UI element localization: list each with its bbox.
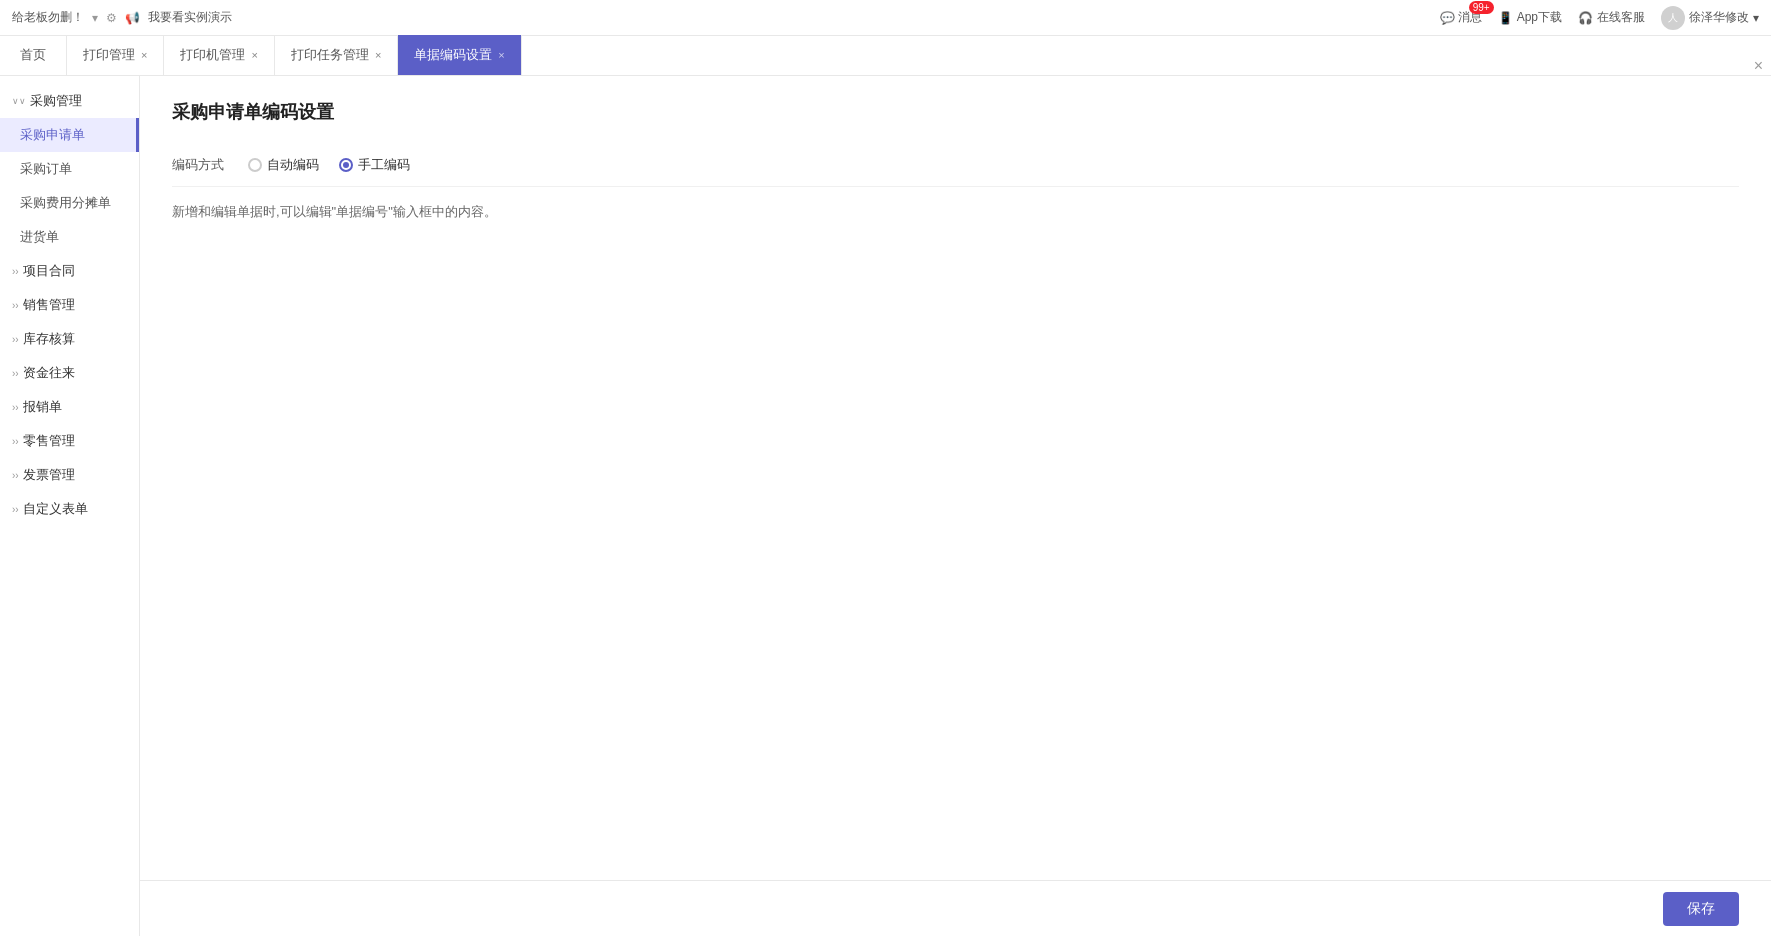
content-area: 采购申请单编码设置 编码方式 自动编码 手工编码 新增和编辑单据时,可以编辑"单…: [140, 76, 1771, 936]
tab-encoding-settings[interactable]: 单据编码设置 ×: [398, 35, 521, 75]
sidebar-group-retail-label: 零售管理: [23, 432, 75, 450]
sidebar-group-purchase-label: 采购管理: [30, 92, 82, 110]
sidebar-group-inventory-label: 库存核算: [23, 330, 75, 348]
online-service-label: 在线客服: [1597, 9, 1645, 26]
user-btn[interactable]: 人 徐泽华修改 ▾: [1661, 6, 1759, 30]
expense-group-arrow: ›: [12, 402, 19, 413]
sidebar-group-project[interactable]: › 项目合同: [0, 254, 139, 288]
purchase-group-arrow: ∨: [12, 96, 26, 106]
sidebar: ∨ 采购管理 采购申请单 采购订单 采购费用分摊单 进货单 › 项目合同 › 销…: [0, 76, 140, 936]
radio-auto[interactable]: 自动编码: [248, 156, 319, 174]
hint-text: 新增和编辑单据时,可以编辑"单据编号"输入框中的内容。: [172, 203, 1739, 221]
tab-home-label: 首页: [20, 46, 46, 64]
announcement-text[interactable]: 我要看实例演示: [148, 9, 232, 26]
tab-print-management-label: 打印管理: [83, 46, 135, 64]
tab-printer-management-label: 打印机管理: [180, 46, 245, 64]
custom-group-arrow: ›: [12, 504, 19, 515]
user-name: 徐泽华修改: [1689, 9, 1749, 26]
boss-label: 给老板勿删！: [12, 9, 84, 26]
sidebar-item-purchase-fee[interactable]: 采购费用分摊单: [0, 186, 139, 220]
app-download-label: App下载: [1517, 9, 1562, 26]
top-bar: 给老板勿删！ ▾ ⚙ 📢 我要看实例演示 💬 消息 99+ 📱 App下载 🎧 …: [0, 0, 1771, 36]
top-bar-left: 给老板勿删！ ▾ ⚙ 📢 我要看实例演示: [12, 9, 232, 26]
headset-icon: 🎧: [1578, 11, 1593, 25]
user-dropdown-icon: ▾: [1753, 11, 1759, 25]
encoding-row: 编码方式 自动编码 手工编码: [172, 144, 1739, 187]
radio-auto-circle: [248, 158, 262, 172]
announcement-icon: 📢: [125, 11, 140, 25]
sidebar-group-expense[interactable]: › 报销单: [0, 390, 139, 424]
tab-printer-management[interactable]: 打印机管理 ×: [164, 35, 274, 75]
tab-print-management[interactable]: 打印管理 ×: [67, 35, 164, 75]
sidebar-item-purchase-request[interactable]: 采购申请单: [0, 118, 139, 152]
tab-home[interactable]: 首页: [0, 35, 67, 75]
tab-bar: 首页 打印管理 × 打印机管理 × 打印任务管理 × 单据编码设置 × ×: [0, 36, 1771, 76]
tab-print-task-close[interactable]: ×: [375, 49, 381, 61]
gear-icon[interactable]: ⚙: [106, 11, 117, 25]
radio-manual-circle: [339, 158, 353, 172]
sidebar-group-sales-label: 销售管理: [23, 296, 75, 314]
radio-manual-label: 手工编码: [358, 156, 410, 174]
sidebar-group-expense-label: 报销单: [23, 398, 62, 416]
encoding-mode-label: 编码方式: [172, 156, 224, 174]
avatar: 人: [1661, 6, 1685, 30]
app-download-btn[interactable]: 📱 App下载: [1498, 9, 1562, 26]
tab-encoding-settings-close[interactable]: ×: [498, 49, 504, 61]
sidebar-group-invoice[interactable]: › 发票管理: [0, 458, 139, 492]
inventory-group-arrow: ›: [12, 334, 19, 345]
retail-group-arrow: ›: [12, 436, 19, 447]
radio-auto-label: 自动编码: [267, 156, 319, 174]
sidebar-group-capital-label: 资金往来: [23, 364, 75, 382]
tab-print-management-close[interactable]: ×: [141, 49, 147, 61]
tab-printer-management-close[interactable]: ×: [251, 49, 257, 61]
project-group-arrow: ›: [12, 266, 19, 277]
app-icon: 📱: [1498, 11, 1513, 25]
sidebar-group-custom-label: 自定义表单: [23, 500, 88, 518]
tab-encoding-settings-label: 单据编码设置: [414, 46, 492, 64]
sidebar-item-goods-receipt[interactable]: 进货单: [0, 220, 139, 254]
sidebar-group-capital[interactable]: › 资金往来: [0, 356, 139, 390]
message-icon: 💬: [1440, 11, 1455, 25]
sidebar-group-inventory[interactable]: › 库存核算: [0, 322, 139, 356]
sales-group-arrow: ›: [12, 300, 19, 311]
sidebar-group-project-label: 项目合同: [23, 262, 75, 280]
sidebar-item-purchase-order[interactable]: 采购订单: [0, 152, 139, 186]
invoice-group-arrow: ›: [12, 470, 19, 481]
radio-group: 自动编码 手工编码: [248, 156, 410, 174]
capital-group-arrow: ›: [12, 368, 19, 379]
sidebar-group-custom[interactable]: › 自定义表单: [0, 492, 139, 526]
radio-manual[interactable]: 手工编码: [339, 156, 410, 174]
tab-print-task-label: 打印任务管理: [291, 46, 369, 64]
dropdown-icon[interactable]: ▾: [92, 11, 98, 25]
sidebar-group-invoice-label: 发票管理: [23, 466, 75, 484]
content-inner: 采购申请单编码设置 编码方式 自动编码 手工编码 新增和编辑单据时,可以编辑"单…: [140, 76, 1771, 880]
online-service-btn[interactable]: 🎧 在线客服: [1578, 9, 1645, 26]
close-all-btn[interactable]: ×: [1754, 57, 1763, 75]
message-btn[interactable]: 💬 消息 99+: [1440, 9, 1482, 26]
main-layout: ∨ 采购管理 采购申请单 采购订单 采购费用分摊单 进货单 › 项目合同 › 销…: [0, 76, 1771, 936]
footer-bar: 保存: [140, 880, 1771, 936]
sidebar-group-sales[interactable]: › 销售管理: [0, 288, 139, 322]
sidebar-group-retail[interactable]: › 零售管理: [0, 424, 139, 458]
message-badge: 99+: [1469, 1, 1494, 14]
sidebar-group-purchase[interactable]: ∨ 采购管理: [0, 84, 139, 118]
top-bar-right: 💬 消息 99+ 📱 App下载 🎧 在线客服 人 徐泽华修改 ▾: [1440, 6, 1759, 30]
tab-print-task[interactable]: 打印任务管理 ×: [275, 35, 398, 75]
page-title: 采购申请单编码设置: [172, 100, 1739, 124]
save-button[interactable]: 保存: [1663, 892, 1739, 926]
